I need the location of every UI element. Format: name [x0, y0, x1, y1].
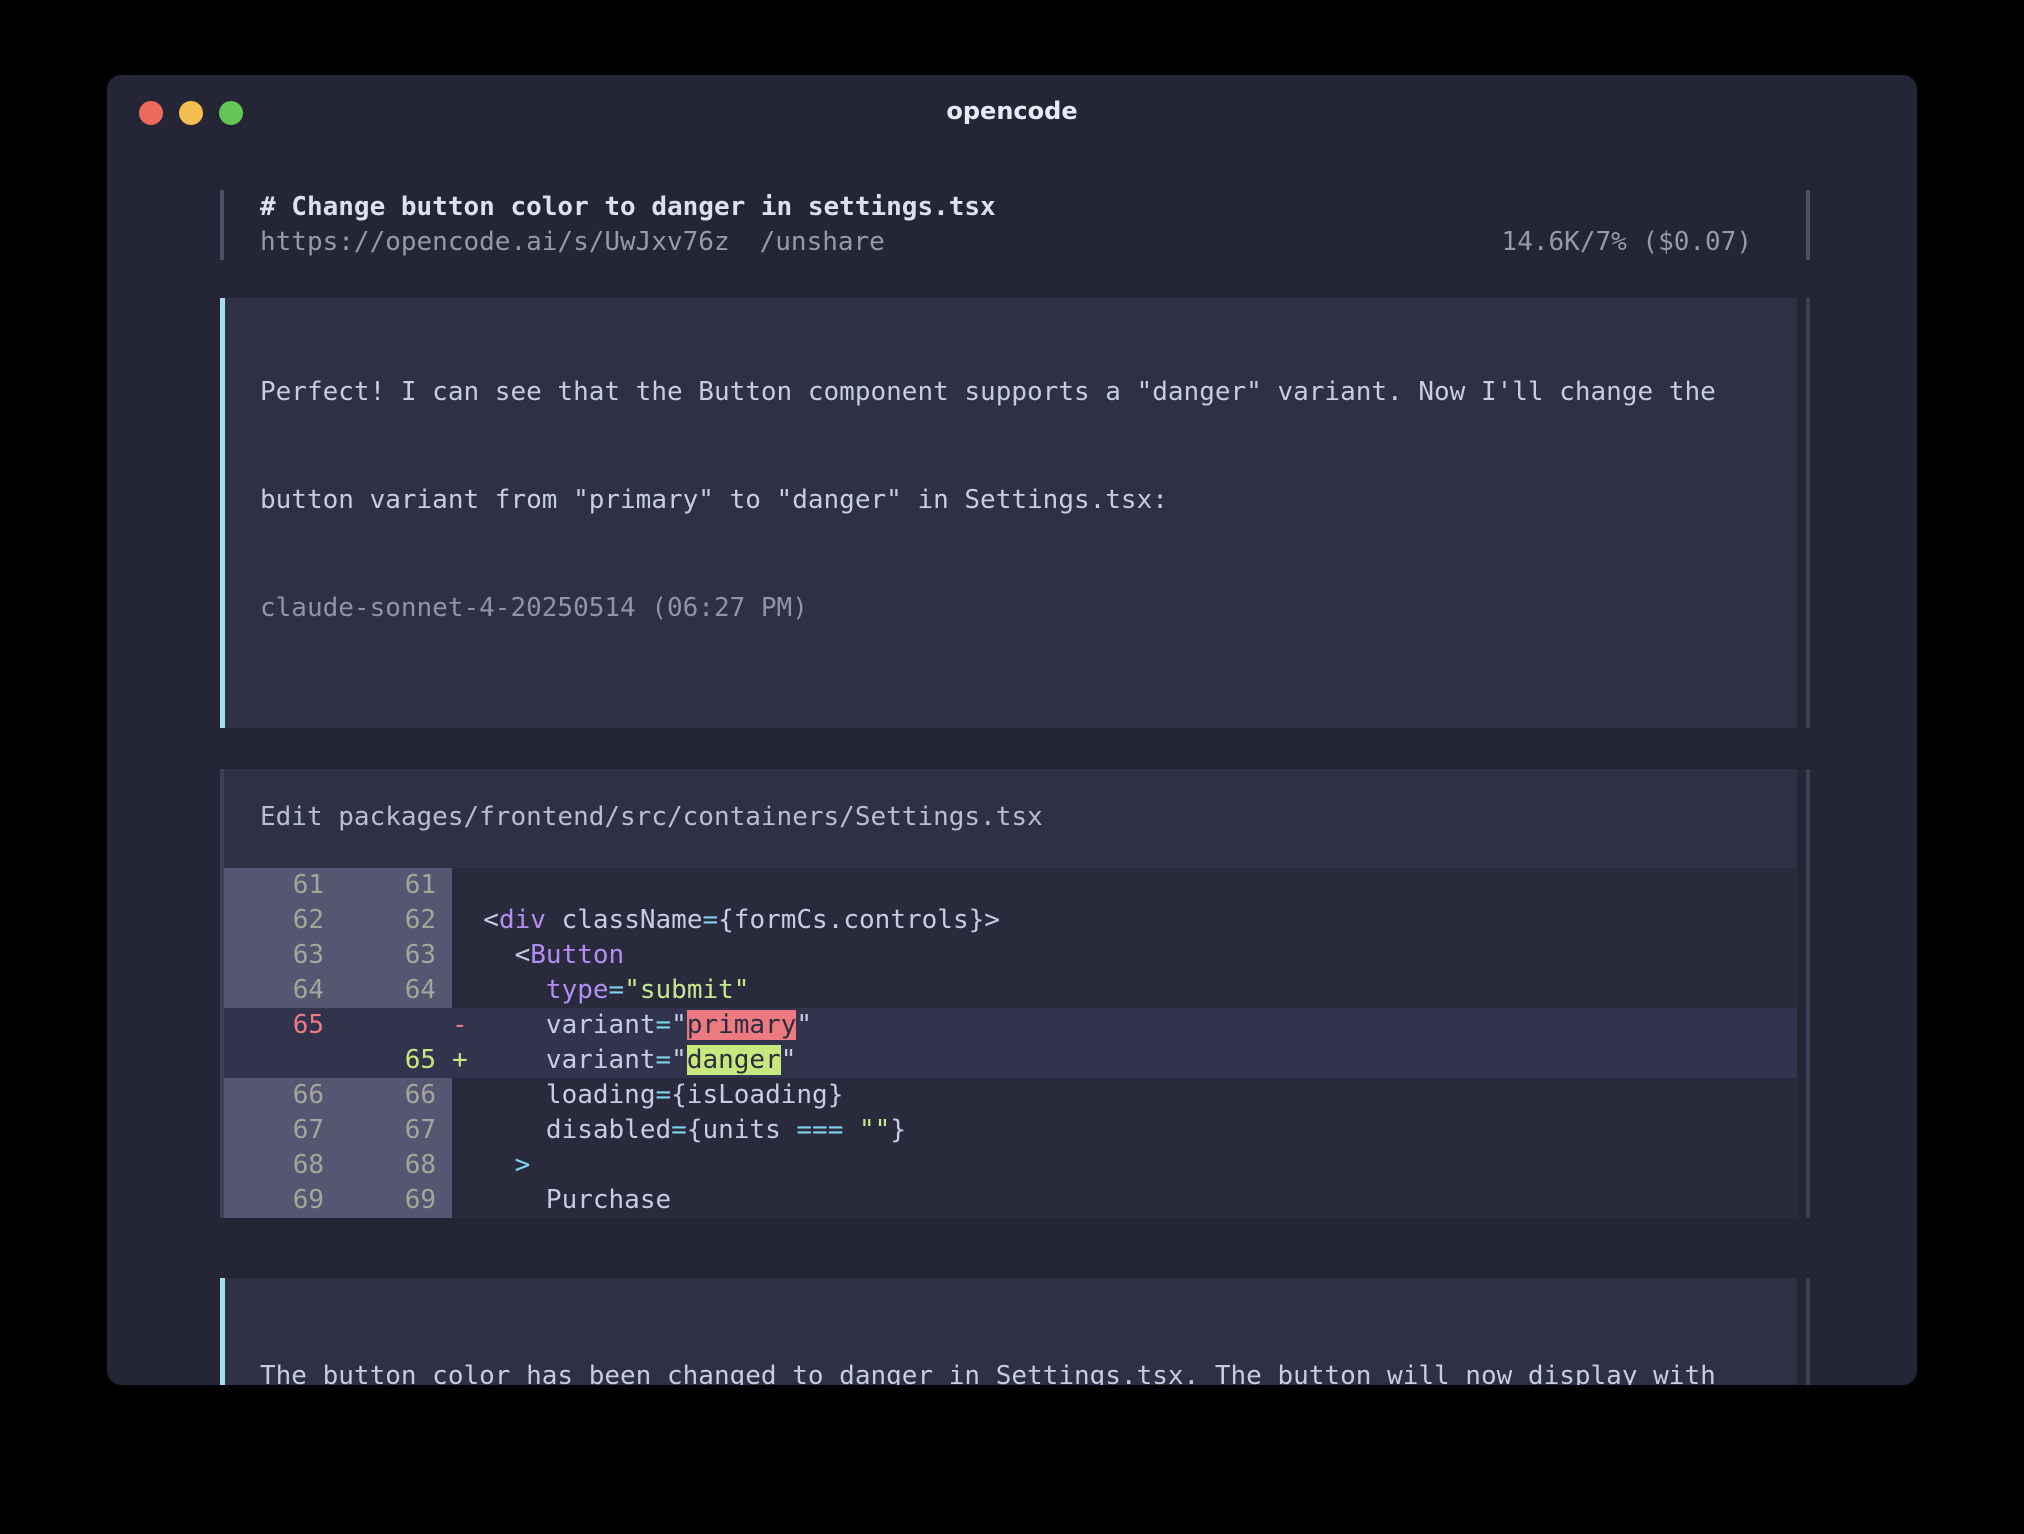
message-line: button variant from "primary" to "danger…: [260, 482, 1797, 518]
session-header: # Change button color to danger in setti…: [220, 190, 1797, 260]
diff-row: 6666 loading={isLoading}: [224, 1078, 1797, 1113]
diff-row: 6868 >: [224, 1148, 1797, 1183]
assistant-message-2: The button color has been changed to dan…: [220, 1278, 1797, 1385]
diff-row: 6767 disabled={units === ""}: [224, 1113, 1797, 1148]
opencode-window: opencode # Change button color to danger…: [107, 75, 1917, 1385]
session-title: # Change button color to danger in setti…: [260, 190, 1797, 225]
diff-row: 65- variant="primary": [224, 1008, 1797, 1043]
edit-tool-title: Edit packages/frontend/src/containers/Se…: [224, 769, 1797, 868]
diff-row: 65+ variant="danger": [224, 1043, 1797, 1078]
diff-row: 6262 <div className={formCs.controls}>: [224, 903, 1797, 938]
diff-row: 6464 type="submit": [224, 973, 1797, 1008]
diff-row: 6969 Purchase: [224, 1183, 1797, 1218]
share-url[interactable]: https://opencode.ai/s/UwJxv76z: [260, 225, 730, 260]
content-column: # Change button color to danger in setti…: [107, 147, 1917, 1385]
assistant-message-1: Perfect! I can see that the Button compo…: [220, 298, 1797, 728]
message-line: Perfect! I can see that the Button compo…: [260, 374, 1797, 410]
edit-tool-card: Edit packages/frontend/src/containers/Se…: [220, 769, 1797, 1218]
message-line: The button color has been changed to dan…: [260, 1358, 1797, 1385]
context-stats: 14.6K/7% ($0.07): [1502, 225, 1797, 260]
title-bar: opencode: [107, 75, 1917, 147]
session-subline: https://opencode.ai/s/UwJxv76z /unshare …: [260, 225, 1797, 260]
unshare-command: /unshare: [760, 225, 885, 260]
diff-row: 6161: [224, 868, 1797, 903]
message-meta: claude-sonnet-4-20250514 (06:27 PM): [260, 590, 1797, 626]
diff-rows: 61616262 <div className={formCs.controls…: [224, 868, 1797, 1218]
window-title: opencode: [107, 75, 1917, 147]
diff-row: 6363 <Button: [224, 938, 1797, 973]
